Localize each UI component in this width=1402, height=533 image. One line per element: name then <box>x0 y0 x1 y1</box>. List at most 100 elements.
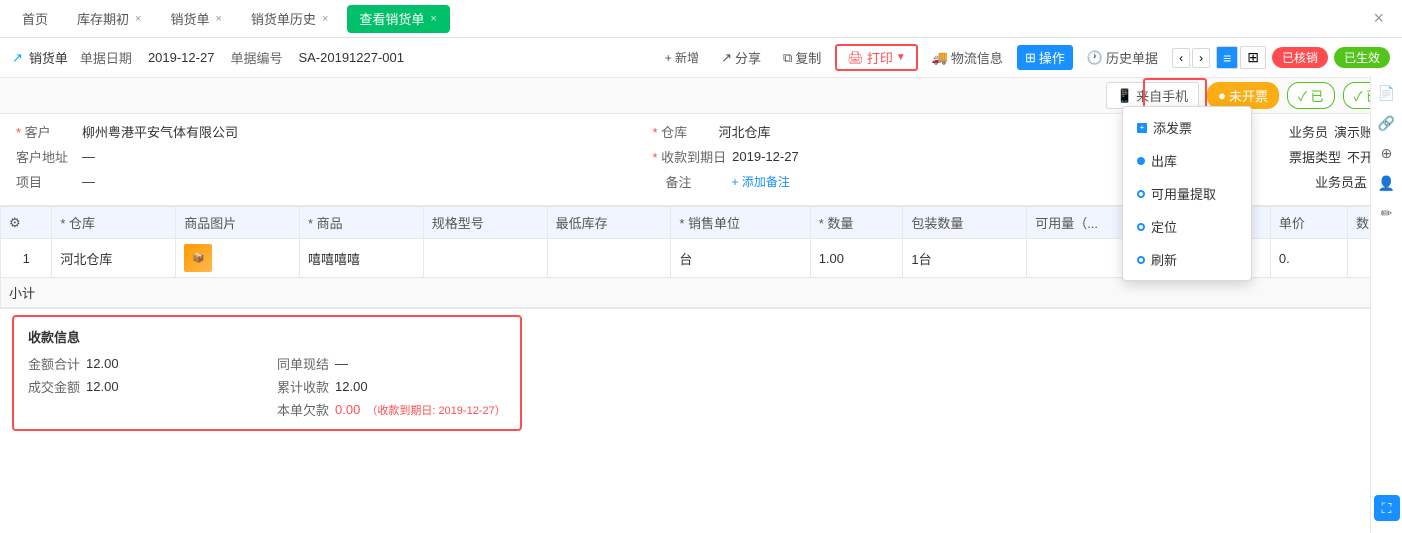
operator2-label: 业务员盂 <box>1315 172 1367 191</box>
done-btn-1[interactable]: ✓ 已 <box>1287 82 1335 109</box>
row-warehouse: 河北仓库 <box>52 239 176 278</box>
date-label: 单据日期 <box>80 48 132 67</box>
main-content: ↗ 销货单 单据日期 2019-12-27 单据编号 SA-20191227-0… <box>0 38 1402 533</box>
list-view-button[interactable]: ≡ <box>1216 46 1238 69</box>
sidebar-link-icon[interactable]: 🔗 <box>1374 110 1400 136</box>
row-product: 嘻嘻嘻嘻 <box>299 239 423 278</box>
outstanding-label: 本单欠款 <box>277 400 329 419</box>
row-sale-unit: 台 <box>671 239 810 278</box>
logistics-button[interactable]: 🚚 物流信息 <box>924 45 1011 70</box>
warehouse-value: 河北仓库 <box>718 122 770 141</box>
settlement-label: 同单现结 <box>277 354 329 373</box>
invoice-icon: ● <box>1218 88 1226 103</box>
outstanding-item2: 本单欠款 0.00 （收款到期日: 2019-12-27） <box>277 400 506 419</box>
next-button[interactable]: › <box>1192 48 1210 68</box>
effective-status-button[interactable]: 已生效 <box>1334 47 1390 68</box>
prev-button[interactable]: ‹ <box>1172 48 1190 68</box>
from-phone-button[interactable]: 📱 来自手机 <box>1106 82 1199 109</box>
sidebar-add-icon[interactable]: ⊕ <box>1374 140 1400 166</box>
sidebar-user-icon[interactable]: 👤 <box>1374 170 1400 196</box>
dropdown-refresh[interactable]: 刷新 <box>1123 243 1251 276</box>
accumulated-value: 12.00 <box>335 379 368 394</box>
address-field: 客户地址 — <box>16 147 644 166</box>
total-amount-value: 12.00 <box>86 356 119 371</box>
accumulated-item: 累计收款 12.00 <box>277 377 506 396</box>
history-icon: 🕐 <box>1087 50 1103 66</box>
accumulated-label: 累计收款 <box>277 377 329 396</box>
col-product: * 商品 <box>299 207 423 239</box>
avail-extract-icon <box>1137 190 1145 198</box>
print-button[interactable]: 🖨 打印 ▼ <box>835 44 917 71</box>
new-button[interactable]: + 新增 <box>657 46 707 69</box>
grid-view-button[interactable]: ⊞ <box>1240 46 1266 69</box>
row-image: 📦 <box>176 239 300 278</box>
number-value: SA-20191227-001 <box>298 50 404 65</box>
summary-section: 收款信息 金额合计 12.00 同单现结 — 成交金额 12.00 累计收款 1… <box>12 315 522 431</box>
tab-home[interactable]: 首页 <box>8 0 63 38</box>
history-button[interactable]: 🕐 历史单据 <box>1079 45 1166 70</box>
col-warehouse: * 仓库 <box>52 207 176 239</box>
nav-arrows: ‹ › <box>1172 48 1210 68</box>
row-pack-qty: 1台 <box>903 239 1027 278</box>
customer-field: 客户 柳州粤港平安气体有限公司 <box>16 122 644 141</box>
sidebar-edit-icon[interactable]: ✏ <box>1374 200 1400 226</box>
summary-grid: 金额合计 12.00 同单现结 — 成交金额 12.00 累计收款 12.00 <box>28 354 506 419</box>
outstanding-item <box>28 400 257 419</box>
close-tab-inventory[interactable]: × <box>135 13 141 25</box>
tab-sales-history[interactable]: 销货单历史 × <box>237 0 343 38</box>
print-icon: 🖨 <box>847 50 864 66</box>
col-min-stock: 最低库存 <box>547 207 671 239</box>
dropdown-add-invoice[interactable]: + 添发票 <box>1123 111 1251 144</box>
settlement-item: 同单现结 — <box>277 354 506 373</box>
sidebar-doc-icon[interactable]: 📄 <box>1374 80 1400 106</box>
total-amount-label: 金额合计 <box>28 354 80 373</box>
sidebar-expand-icon[interactable]: ⛶ <box>1374 495 1400 521</box>
tab-bar: 首页 库存期初 × 销货单 × 销货单历史 × 查看销货单 × × <box>0 0 1402 38</box>
subtotal-label: 小计 <box>1 278 1402 308</box>
close-tab-view-sales[interactable]: × <box>430 13 436 25</box>
doc-type-label: 销货单 <box>29 48 68 67</box>
doc-icon: ↗ <box>12 50 23 66</box>
dropdown-locate[interactable]: 定位 <box>1123 210 1251 243</box>
address-label: 客户地址 <box>16 147 76 166</box>
transaction-label: 成交金额 <box>28 377 80 396</box>
col-qty: * 数量 <box>810 207 903 239</box>
settlement-value: — <box>335 356 348 371</box>
ops-button[interactable]: ⊞ 操作 <box>1017 45 1073 70</box>
col-unit-price: 单价 <box>1270 207 1347 239</box>
due-date-value: 2019-12-27 <box>732 149 799 164</box>
ticket-type-label: 票据类型 <box>1289 147 1341 166</box>
operator-label: 业务员 <box>1289 122 1328 141</box>
toolbar: + 新增 ↗ 分享 ⧉ 复制 🖨 打印 ▼ 🚚 物流信息 <box>657 44 1390 71</box>
window-close-button[interactable]: × <box>1363 8 1394 29</box>
tab-inventory-init[interactable]: 库存期初 × <box>63 0 156 38</box>
not-invoiced-button[interactable]: ● 未开票 <box>1207 82 1279 109</box>
dropdown-avail-extract[interactable]: 可用量提取 <box>1123 177 1251 210</box>
row-spec <box>423 239 547 278</box>
close-tab-sales-history[interactable]: × <box>322 13 328 25</box>
outstanding-hint: （收款到期日: 2019-12-27） <box>366 402 505 418</box>
close-tab-sales[interactable]: × <box>215 13 221 25</box>
col-image: 商品图片 <box>176 207 300 239</box>
copy-button[interactable]: ⧉ 复制 <box>775 45 829 70</box>
summary-title: 收款信息 <box>28 327 506 346</box>
ops-dropdown-menu: + 添发票 出库 可用量提取 定位 刷新 <box>1122 106 1252 281</box>
tab-sales[interactable]: 销货单 × <box>156 0 236 38</box>
transaction-value: 12.00 <box>86 379 119 394</box>
truck-icon: 🚚 <box>932 50 948 66</box>
cancel-status-button[interactable]: 已核销 <box>1272 47 1328 68</box>
right-sidebar: 📄 🔗 ⊕ 👤 ✏ ⛶ <box>1370 76 1402 533</box>
share-button[interactable]: ↗ 分享 <box>713 45 769 70</box>
customer-value: 柳州粤港平安气体有限公司 <box>82 122 238 141</box>
view-toggle: ≡ ⊞ <box>1216 46 1266 69</box>
row-no: 1 <box>1 239 52 278</box>
col-sale-unit: * 销售单位 <box>671 207 810 239</box>
share-icon: ↗ <box>721 50 732 66</box>
refresh-icon <box>1137 256 1145 264</box>
dropdown-outbound[interactable]: 出库 <box>1123 144 1251 177</box>
project-label: 项目 <box>16 172 76 191</box>
add-note-button[interactable]: + 添加备注 <box>732 173 790 190</box>
print-dropdown-arrow: ▼ <box>896 52 906 63</box>
subtotal-row: 小计 <box>1 278 1402 308</box>
tab-view-sales[interactable]: 查看销货单 × <box>347 5 449 33</box>
